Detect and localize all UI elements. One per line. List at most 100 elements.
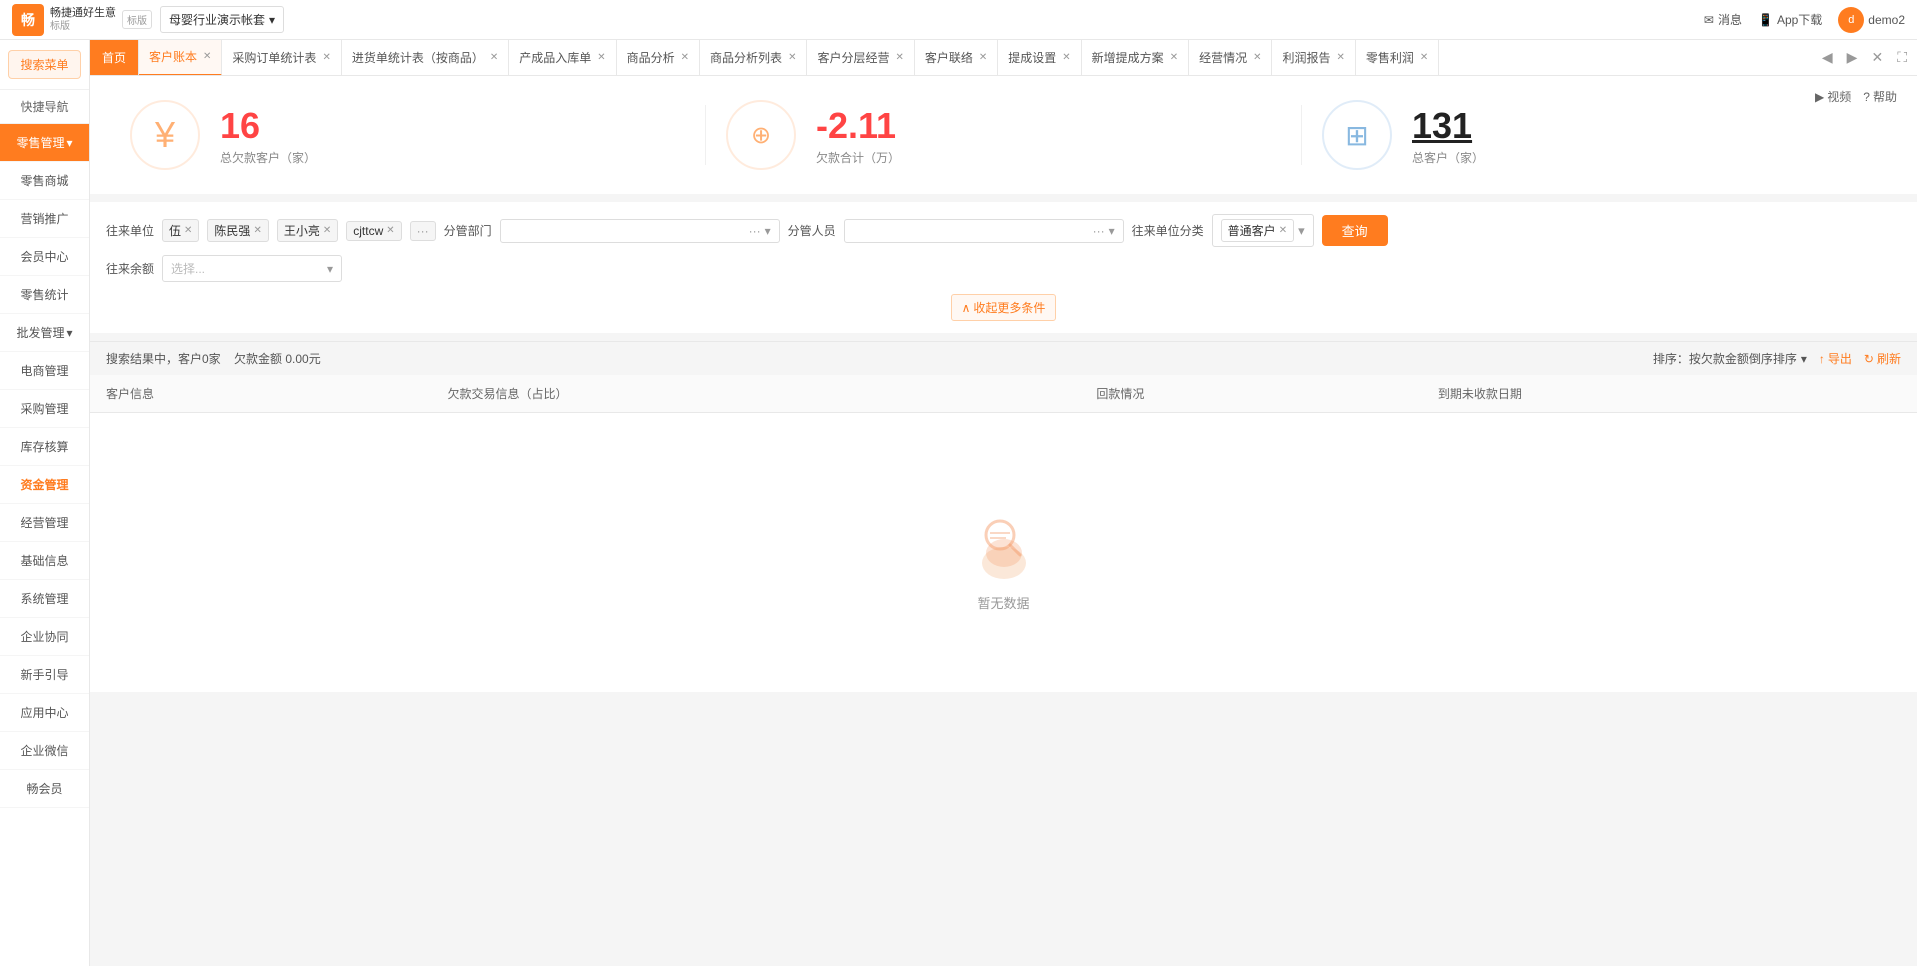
tab-product-analysis-list[interactable]: 商品分析列表 ✕ xyxy=(700,40,807,76)
sidebar-item-wholesale[interactable]: 批发管理 ▾ xyxy=(0,314,89,352)
app-download-button[interactable]: 📱 App下载 xyxy=(1758,11,1822,28)
chevron-down-person: ▾ xyxy=(1109,224,1115,238)
sidebar-item-operations[interactable]: 经营管理 xyxy=(0,504,89,542)
export-button[interactable]: ↑ 导出 xyxy=(1819,350,1852,367)
tabs-close-all[interactable]: ✕ xyxy=(1865,49,1889,66)
sidebar-item-newbie[interactable]: 新手引导 xyxy=(0,656,89,694)
tabs-scroll-left[interactable]: ◀ xyxy=(1816,49,1839,66)
empty-row: 暂无数据 xyxy=(90,413,1917,693)
stat-values-customers: 131 总客户（家） xyxy=(1412,105,1484,166)
tab-close-icon[interactable]: ✕ xyxy=(1420,52,1428,63)
sidebar-search: 搜索菜单 xyxy=(0,40,89,90)
tab-finished-goods[interactable]: 产成品入库单 ✕ xyxy=(509,40,616,76)
tab-close-icon[interactable]: ✕ xyxy=(1253,52,1261,63)
tab-close-icon[interactable]: ✕ xyxy=(681,52,689,63)
tab-close-icon[interactable]: ✕ xyxy=(788,52,796,63)
tab-home[interactable]: 首页 xyxy=(90,40,139,76)
remove-tag-chen[interactable]: ✕ xyxy=(253,225,261,236)
tab-product-analysis[interactable]: 商品分析 ✕ xyxy=(617,40,700,76)
content-area: 首页 客户账本 ✕ 采购订单统计表 ✕ 进货单统计表（按商品） ✕ 产成品入库单… xyxy=(90,40,1917,966)
sidebar-item-ecommerce[interactable]: 电商管理 xyxy=(0,352,89,390)
tab-operations[interactable]: 经营情况 ✕ xyxy=(1189,40,1272,76)
tab-customer-account[interactable]: 客户账本 ✕ xyxy=(139,40,222,76)
stat-value-customers: 131 xyxy=(1412,105,1484,147)
main-layout: 搜索菜单 快捷导航 零售管理 ▾ 零售商城 营销推广 会员中心 零售统计 批发管… xyxy=(0,40,1917,966)
tab-close-icon[interactable]: ✕ xyxy=(203,51,211,62)
remove-tag-cjttcw[interactable]: ✕ xyxy=(386,225,394,236)
sidebar-item-member[interactable]: 畅会员 xyxy=(0,770,89,808)
tabs-scroll-right[interactable]: ▶ xyxy=(1841,49,1864,66)
remove-tag-wu[interactable]: ✕ xyxy=(184,225,192,236)
query-button[interactable]: 查询 xyxy=(1322,215,1388,246)
tab-purchase-stats-product[interactable]: 进货单统计表（按商品） ✕ xyxy=(342,40,509,76)
avatar: d xyxy=(1838,7,1864,33)
balance-select[interactable]: 选择... ▾ xyxy=(162,255,342,282)
sidebar-item-purchase[interactable]: 采购管理 xyxy=(0,390,89,428)
filter-tag-chen: 陈民强 ✕ xyxy=(207,219,268,242)
chevron-down-sort: ▾ xyxy=(1801,352,1807,366)
tab-commission-settings[interactable]: 提成设置 ✕ xyxy=(998,40,1081,76)
sidebar-item-app-center[interactable]: 应用中心 xyxy=(0,694,89,732)
top-bar-right: ✉ 消息 📱 App下载 d demo2 xyxy=(1704,7,1905,33)
sidebar-item-enterprise-collab[interactable]: 企业协同 xyxy=(0,618,89,656)
tab-customer-layer[interactable]: 客户分层经营 ✕ xyxy=(807,40,914,76)
refresh-button[interactable]: ↻ 刷新 xyxy=(1864,350,1901,367)
tab-close-icon[interactable]: ✕ xyxy=(1170,52,1178,63)
message-button[interactable]: ✉ 消息 xyxy=(1704,11,1742,28)
tab-close-icon[interactable]: ✕ xyxy=(1337,52,1345,63)
tabs-bar: 首页 客户账本 ✕ 采购订单统计表 ✕ 进货单统计表（按商品） ✕ 产成品入库单… xyxy=(90,40,1917,76)
sidebar-item-retail-mall[interactable]: 零售商城 xyxy=(0,162,89,200)
sidebar-item-retail-manage[interactable]: 零售管理 ▾ xyxy=(0,124,89,162)
tab-profit-report[interactable]: 利润报告 ✕ xyxy=(1272,40,1355,76)
stat-item-debtors: ¥ 16 总欠款客户（家） xyxy=(110,92,705,178)
tabs-actions: ◀ ▶ ✕ ⛶ xyxy=(1816,49,1917,66)
remove-tag-wang[interactable]: ✕ xyxy=(323,225,331,236)
collapse-button[interactable]: ∧ 收起更多条件 xyxy=(951,294,1057,321)
user-profile[interactable]: d demo2 xyxy=(1838,7,1905,33)
filter-more-button[interactable]: ··· xyxy=(410,221,436,241)
sidebar-item-basic-info[interactable]: 基础信息 xyxy=(0,542,89,580)
search-menu-button[interactable]: 搜索菜单 xyxy=(8,50,81,79)
sidebar-item-inventory[interactable]: 库存核算 xyxy=(0,428,89,466)
top-bar-left: 畅 畅捷通好生意 标版 标版 母婴行业演示帐套 ▾ xyxy=(12,4,284,36)
stat-item-customers: ⊞ 131 总客户（家） xyxy=(1302,92,1897,178)
sidebar-item-system[interactable]: 系统管理 xyxy=(0,580,89,618)
play-icon: ▶ xyxy=(1815,90,1824,104)
person-more-icon[interactable]: ··· xyxy=(1093,224,1105,238)
message-icon: ✉ xyxy=(1704,13,1714,27)
sidebar-item-marketing[interactable]: 营销推广 xyxy=(0,200,89,238)
tab-close-icon[interactable]: ✕ xyxy=(322,52,330,63)
tab-purchase-order-stats[interactable]: 采购订单统计表 ✕ xyxy=(222,40,341,76)
tab-close-icon[interactable]: ✕ xyxy=(979,52,987,63)
table-header-row: 客户信息 欠款交易信息（占比） 回款情况 到期未收款日期 xyxy=(90,375,1917,413)
person-select[interactable]: ··· ▾ xyxy=(844,219,1124,243)
tab-close-icon[interactable]: ✕ xyxy=(895,52,903,63)
tab-close-icon[interactable]: ✕ xyxy=(597,52,605,63)
chevron-down-balance: ▾ xyxy=(327,262,333,276)
sidebar-item-wechat[interactable]: 企业微信 xyxy=(0,732,89,770)
tabs-maximize[interactable]: ⛶ xyxy=(1891,49,1913,66)
tab-new-commission[interactable]: 新增提成方案 ✕ xyxy=(1082,40,1189,76)
sidebar-item-member-center[interactable]: 会员中心 xyxy=(0,238,89,276)
tab-customer-contact[interactable]: 客户联络 ✕ xyxy=(915,40,998,76)
dept-label: 分管部门 xyxy=(444,222,492,239)
result-info: 搜索结果中，客户0家 欠款金额 0.00元 xyxy=(106,350,321,367)
dept-select[interactable]: ··· ▾ xyxy=(500,219,780,243)
tab-close-icon[interactable]: ✕ xyxy=(490,52,498,63)
account-selector[interactable]: 母婴行业演示帐套 ▾ xyxy=(160,6,284,33)
classify-select[interactable]: 普通客户 ✕ ▾ xyxy=(1212,214,1314,247)
remove-classify-tag[interactable]: ✕ xyxy=(1279,225,1287,236)
sidebar-item-finance[interactable]: 资金管理 xyxy=(0,466,89,504)
unit-label: 往来单位 xyxy=(106,222,154,239)
data-table: 客户信息 欠款交易信息（占比） 回款情况 到期未收款日期 xyxy=(90,375,1917,692)
video-help-button[interactable]: ▶ 视频 xyxy=(1815,88,1851,105)
tab-retail-profit[interactable]: 零售利润 ✕ xyxy=(1356,40,1439,76)
sort-selector[interactable]: 排序：按欠款金额倒序排序 ▾ xyxy=(1653,350,1807,367)
tab-close-icon[interactable]: ✕ xyxy=(1062,52,1070,63)
help-button[interactable]: ? 帮助 xyxy=(1863,88,1897,105)
col-repayment: 回款情况 xyxy=(1080,375,1422,413)
logo-text: 畅捷通好生意 标版 xyxy=(50,6,116,33)
dept-more-icon[interactable]: ··· xyxy=(749,224,761,238)
quick-nav-button[interactable]: 快捷导航 xyxy=(0,90,89,124)
sidebar-item-retail-stats[interactable]: 零售统计 xyxy=(0,276,89,314)
